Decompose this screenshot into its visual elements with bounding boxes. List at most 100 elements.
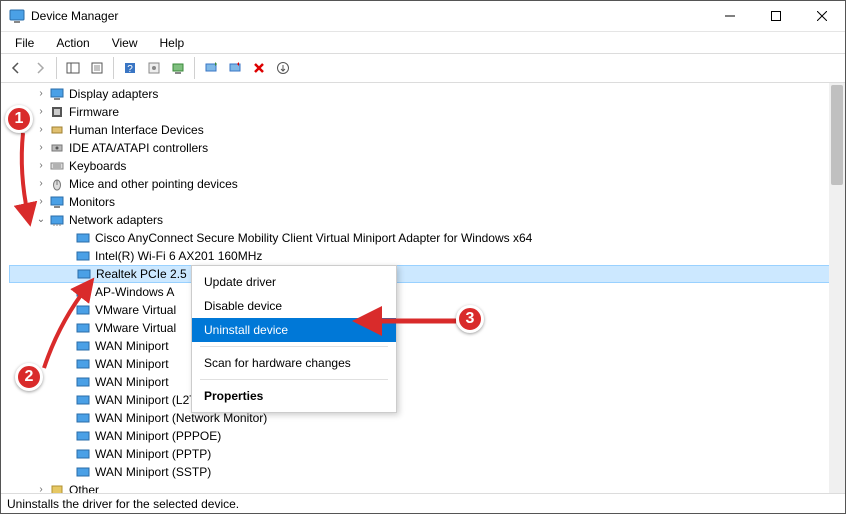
action-icon-button[interactable]: [143, 57, 165, 79]
annotation-callout-3: 3: [456, 305, 484, 333]
node-label: WAN Miniport (PPTP): [95, 445, 211, 463]
network-item[interactable]: WAN Miniport (PPTP): [9, 445, 841, 463]
node-label: WAN Miniport: [95, 373, 169, 391]
toolbar: ?: [1, 53, 845, 83]
menu-help[interactable]: Help: [156, 34, 189, 52]
window-title: Device Manager: [31, 9, 118, 23]
menu-action[interactable]: Action: [52, 34, 93, 52]
node-label: WAN Miniport (PPPOE): [95, 427, 221, 445]
uninstall-device-button[interactable]: [248, 57, 270, 79]
network-adapter-icon: [75, 392, 91, 408]
network-adapter-icon: [49, 212, 65, 228]
network-item[interactable]: Cisco AnyConnect Secure Mobility Client …: [9, 229, 841, 247]
network-item[interactable]: WAN Miniport (SSTP): [9, 463, 841, 481]
disable-device-button[interactable]: [224, 57, 246, 79]
node-label: VMware Virtual: [95, 319, 176, 337]
monitor-icon: [49, 194, 65, 210]
statusbar: Uninstalls the driver for the selected d…: [1, 493, 845, 513]
menu-view[interactable]: View: [108, 34, 142, 52]
node-label: WAN Miniport (SSTP): [95, 463, 211, 481]
node-label: Other: [69, 481, 99, 493]
node-ide[interactable]: ›IDE ATA/ATAPI controllers: [9, 139, 841, 157]
maximize-button[interactable]: [753, 1, 799, 31]
status-text: Uninstalls the driver for the selected d…: [7, 497, 239, 511]
properties-button[interactable]: [86, 57, 108, 79]
forward-button[interactable]: [29, 57, 51, 79]
node-label: AP-Windows A: [95, 283, 174, 301]
context-menu-scan[interactable]: Scan for hardware changes: [192, 351, 396, 375]
display-adapter-icon: [49, 86, 65, 102]
node-label: Firmware: [69, 103, 119, 121]
network-adapter-icon: [75, 410, 91, 426]
node-label: VMware Virtual: [95, 301, 176, 319]
add-legacy-button[interactable]: [272, 57, 294, 79]
node-label: IDE ATA/ATAPI controllers: [69, 139, 208, 157]
node-label: Monitors: [69, 193, 115, 211]
node-network-adapters[interactable]: ⌄Network adapters: [9, 211, 841, 229]
node-label: Cisco AnyConnect Secure Mobility Client …: [95, 229, 532, 247]
node-label: Realtek PCIe 2.5: [96, 265, 187, 283]
back-button[interactable]: [5, 57, 27, 79]
update-driver-button[interactable]: [200, 57, 222, 79]
network-adapter-icon: [75, 230, 91, 246]
ide-icon: [49, 140, 65, 156]
menu-file[interactable]: File: [11, 34, 38, 52]
network-adapter-icon: [75, 374, 91, 390]
svg-text:?: ?: [127, 64, 133, 75]
node-label: Human Interface Devices: [69, 121, 204, 139]
context-menu-properties[interactable]: Properties: [192, 384, 396, 408]
network-item[interactable]: WAN Miniport (PPPOE): [9, 427, 841, 445]
node-other[interactable]: › Other: [9, 481, 841, 493]
node-firmware[interactable]: › Firmware: [9, 103, 841, 121]
window-controls: [707, 1, 845, 31]
network-item[interactable]: WAN Miniport: [9, 373, 841, 391]
titlebar: Device Manager: [1, 1, 845, 31]
firmware-icon: [49, 104, 65, 120]
node-label: Keyboards: [69, 157, 126, 175]
context-menu-separator: [200, 379, 388, 380]
device-manager-icon: [9, 8, 25, 24]
vertical-scrollbar[interactable]: [829, 83, 845, 493]
network-item[interactable]: WAN Miniport (L2TP): [9, 391, 841, 409]
network-item[interactable]: Intel(R) Wi-Fi 6 AX201 160MHz: [9, 247, 841, 265]
close-button[interactable]: [799, 1, 845, 31]
node-mice[interactable]: ›Mice and other pointing devices: [9, 175, 841, 193]
help-button[interactable]: ?: [119, 57, 141, 79]
node-label: Mice and other pointing devices: [69, 175, 238, 193]
chevron-right-icon: ›: [35, 103, 47, 121]
annotation-callout-1: 1: [5, 105, 33, 133]
scan-hardware-button[interactable]: [167, 57, 189, 79]
network-item[interactable]: WAN Miniport: [9, 337, 841, 355]
annotation-arrow-3: [361, 313, 461, 332]
node-label: WAN Miniport: [95, 355, 169, 373]
node-keyboards[interactable]: ›Keyboards: [9, 157, 841, 175]
node-display-adapters[interactable]: › Display adapters: [9, 85, 841, 103]
mouse-icon: [49, 176, 65, 192]
device-tree[interactable]: ›Display adapters ›Firmware ›Human Inter…: [1, 83, 845, 493]
annotation-arrow-2: [39, 283, 99, 376]
network-item[interactable]: WAN Miniport (Network Monitor): [9, 409, 841, 427]
node-label: Network adapters: [69, 211, 163, 229]
node-label: WAN Miniport: [95, 337, 169, 355]
network-item[interactable]: WAN Miniport: [9, 355, 841, 373]
hid-icon: [49, 122, 65, 138]
context-menu-update-driver[interactable]: Update driver: [192, 270, 396, 294]
network-item[interactable]: AP-Windows A: [9, 283, 841, 301]
menubar: File Action View Help: [1, 31, 845, 53]
chevron-right-icon: ›: [35, 481, 47, 493]
network-adapter-icon: [76, 266, 92, 282]
show-hide-tree-button[interactable]: [62, 57, 84, 79]
node-monitors[interactable]: ›Monitors: [9, 193, 841, 211]
annotation-callout-2: 2: [15, 363, 43, 391]
tree-area: ›Display adapters ›Firmware ›Human Inter…: [1, 83, 845, 493]
chevron-right-icon: ›: [35, 85, 47, 103]
network-item-selected[interactable]: Realtek PCIe 2.5: [9, 265, 841, 283]
network-adapter-icon: [75, 428, 91, 444]
annotation-arrow-1: [13, 133, 43, 226]
node-label: Display adapters: [69, 85, 158, 103]
other-devices-icon: [49, 482, 65, 493]
network-adapter-icon: [75, 446, 91, 462]
minimize-button[interactable]: [707, 1, 753, 31]
node-hid[interactable]: ›Human Interface Devices: [9, 121, 841, 139]
network-adapter-icon: [75, 248, 91, 264]
